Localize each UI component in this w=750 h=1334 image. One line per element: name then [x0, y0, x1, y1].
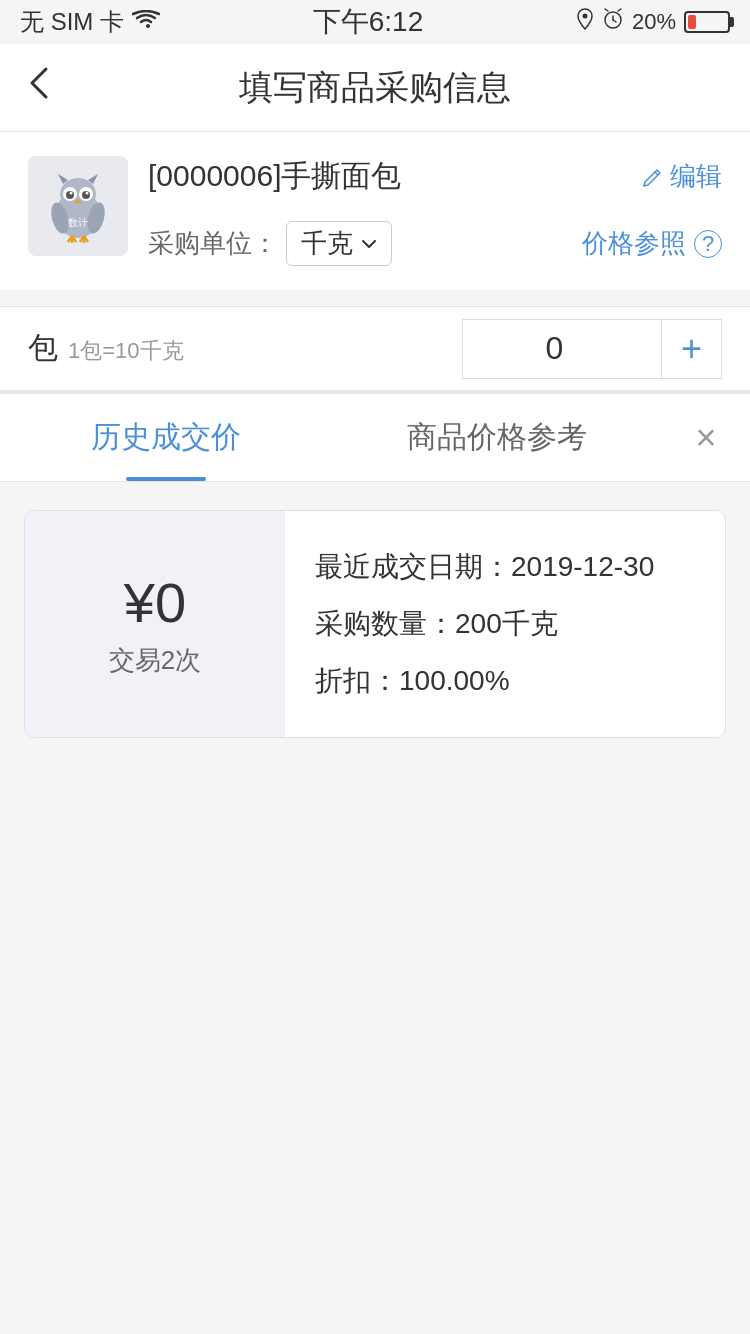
product-logo: 数计: [38, 166, 118, 246]
unit-select[interactable]: 千克: [286, 221, 392, 266]
help-icon: ?: [694, 230, 722, 258]
price-recent-date: 最近成交日期：2019-12-30: [315, 547, 695, 586]
quantity-input[interactable]: [462, 319, 662, 379]
tab-bar: 历史成交价 商品价格参考 ×: [0, 394, 750, 482]
price-left: ¥0 交易2次: [25, 511, 285, 737]
status-time: 下午6:12: [313, 3, 424, 41]
alarm-icon: [602, 8, 624, 36]
chevron-down-icon: [361, 238, 377, 250]
svg-line-27: [655, 172, 658, 175]
price-amount: ¥0: [124, 570, 186, 635]
quantity-label-group: 包 1包=10千克: [28, 328, 184, 369]
page-title: 填写商品采购信息: [239, 65, 511, 111]
product-card: 数计 [0000006]手撕面包 编辑 采购单位： 千克: [0, 132, 750, 290]
price-discount: 折扣：100.00%: [315, 661, 695, 700]
history-container: ¥0 交易2次 最近成交日期：2019-12-30 采购数量：200千克 折扣：…: [0, 482, 750, 766]
svg-text:数计: 数计: [68, 217, 88, 228]
status-left: 无 SIM 卡: [20, 6, 160, 38]
quantity-control: +: [462, 319, 722, 379]
edit-button[interactable]: 编辑: [642, 159, 722, 194]
status-bar: 无 SIM 卡 下午6:12 20: [0, 0, 750, 44]
quantity-plus-button[interactable]: +: [662, 319, 722, 379]
svg-line-4: [605, 9, 608, 11]
tab-close-button[interactable]: ×: [662, 394, 750, 482]
quantity-conversion-label: 1包=10千克: [68, 336, 184, 366]
unit-label: 采购单位：: [148, 226, 278, 261]
tab-market[interactable]: 商品价格参考: [331, 394, 662, 481]
product-name: [0000006]手撕面包: [148, 156, 401, 197]
quantity-section: 包 1包=10千克 +: [0, 306, 750, 394]
tab-history-label: 历史成交价: [91, 417, 241, 458]
edit-icon: [642, 166, 664, 188]
tab-history-underline: [126, 477, 206, 481]
svg-point-16: [86, 192, 89, 195]
sim-text: 无 SIM 卡: [20, 6, 124, 38]
location-icon: [576, 8, 594, 36]
product-info: [0000006]手撕面包 编辑 采购单位： 千克: [148, 156, 722, 266]
price-ref-button[interactable]: 价格参照 ?: [582, 226, 722, 261]
tab-history[interactable]: 历史成交价: [0, 394, 331, 481]
price-quantity: 采购数量：200千克: [315, 604, 695, 643]
back-button[interactable]: [28, 65, 50, 110]
main-content: ¥0 交易2次 最近成交日期：2019-12-30 采购数量：200千克 折扣：…: [0, 482, 750, 1182]
svg-point-0: [582, 14, 587, 19]
status-right: 20%: [576, 8, 730, 36]
battery-icon: [684, 11, 730, 33]
price-trades: 交易2次: [109, 643, 201, 678]
svg-point-15: [70, 192, 73, 195]
price-card: ¥0 交易2次 最近成交日期：2019-12-30 采购数量：200千克 折扣：…: [24, 510, 726, 738]
product-image: 数计: [28, 156, 128, 256]
nav-bar: 填写商品采购信息: [0, 44, 750, 132]
svg-line-3: [613, 20, 616, 22]
battery-text: 20%: [632, 9, 676, 35]
price-right: 最近成交日期：2019-12-30 采购数量：200千克 折扣：100.00%: [285, 511, 725, 737]
tab-market-label: 商品价格参考: [407, 417, 587, 458]
svg-line-5: [618, 9, 621, 11]
wifi-icon: [132, 8, 160, 36]
quantity-unit-label: 包: [28, 328, 58, 369]
